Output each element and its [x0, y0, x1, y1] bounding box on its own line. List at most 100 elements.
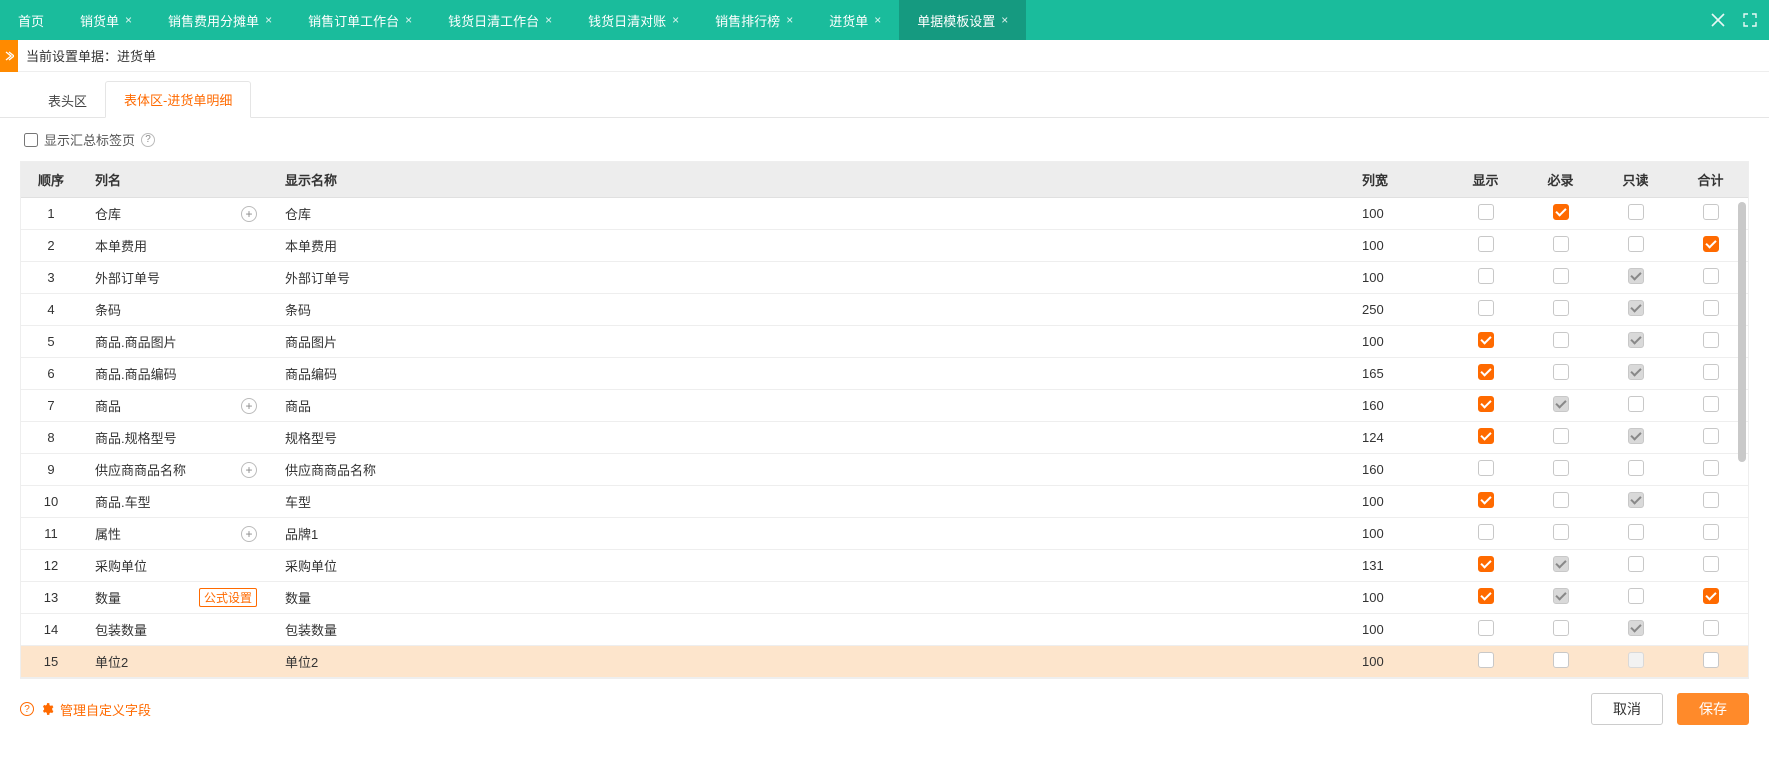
checkbox[interactable]: [1553, 524, 1569, 540]
table-row[interactable]: 9供应商商品名称+供应商商品名称160: [21, 454, 1748, 486]
cell-width[interactable]: 124: [1348, 422, 1448, 454]
checkbox[interactable]: [1478, 236, 1494, 252]
table-row[interactable]: 13数量公式设置数量100: [21, 582, 1748, 614]
checkbox[interactable]: [1478, 652, 1494, 668]
top-tab[interactable]: 首页: [0, 0, 62, 40]
top-tab[interactable]: 钱货日清工作台×: [430, 0, 570, 40]
manage-custom-fields-link[interactable]: ? 管理自定义字段: [20, 700, 151, 719]
save-button[interactable]: 保存: [1677, 693, 1749, 725]
cell-width[interactable]: 160: [1348, 454, 1448, 486]
cell-width[interactable]: 100: [1348, 646, 1448, 678]
cell-display[interactable]: 车型: [271, 486, 1348, 518]
table-row[interactable]: 11属性+品牌1100: [21, 518, 1748, 550]
checkbox[interactable]: [1553, 268, 1569, 284]
cell-display[interactable]: 商品: [271, 390, 1348, 422]
table-row[interactable]: 12采购单位采购单位131: [21, 550, 1748, 582]
checkbox[interactable]: [1628, 524, 1644, 540]
table-row[interactable]: 7商品+商品160: [21, 390, 1748, 422]
table-row[interactable]: 6商品.商品编码商品编码165: [21, 358, 1748, 390]
checkbox[interactable]: [1553, 300, 1569, 316]
top-tab[interactable]: 销售费用分摊单×: [150, 0, 290, 40]
table-row[interactable]: 15单位2单位2100: [21, 646, 1748, 678]
checkbox[interactable]: [1703, 364, 1719, 380]
close-icon[interactable]: ×: [545, 13, 552, 27]
cell-display[interactable]: 包装数量: [271, 614, 1348, 646]
checkbox[interactable]: [1703, 588, 1719, 604]
checkbox[interactable]: [1553, 460, 1569, 476]
checkbox[interactable]: [1478, 556, 1494, 572]
close-icon[interactable]: ×: [405, 13, 412, 27]
cell-width[interactable]: 100: [1348, 262, 1448, 294]
fullscreen-icon[interactable]: [1741, 11, 1759, 29]
checkbox[interactable]: [1478, 428, 1494, 444]
close-icon[interactable]: ×: [1001, 13, 1008, 27]
add-icon[interactable]: +: [241, 462, 257, 478]
table-row[interactable]: 5商品.商品图片商品图片100: [21, 326, 1748, 358]
checkbox[interactable]: [1703, 524, 1719, 540]
close-icon[interactable]: ×: [265, 13, 272, 27]
sub-tab[interactable]: 表头区: [30, 83, 105, 118]
cell-width[interactable]: 100: [1348, 582, 1448, 614]
checkbox[interactable]: [1478, 300, 1494, 316]
cell-width[interactable]: 131: [1348, 550, 1448, 582]
checkbox[interactable]: [1553, 492, 1569, 508]
help-icon[interactable]: ?: [20, 702, 34, 716]
checkbox[interactable]: [1703, 300, 1719, 316]
sub-tab[interactable]: 表体区-进货单明细: [105, 81, 251, 118]
close-all-icon[interactable]: [1709, 11, 1727, 29]
close-icon[interactable]: ×: [672, 13, 679, 27]
show-summary-checkbox[interactable]: [24, 133, 38, 147]
cell-width[interactable]: 250: [1348, 294, 1448, 326]
table-row[interactable]: 4条码条码250: [21, 294, 1748, 326]
checkbox[interactable]: [1628, 556, 1644, 572]
checkbox[interactable]: [1478, 204, 1494, 220]
checkbox[interactable]: [1553, 428, 1569, 444]
cell-display[interactable]: 单位2: [271, 646, 1348, 678]
cell-width[interactable]: 100: [1348, 198, 1448, 230]
cell-width[interactable]: 160: [1348, 390, 1448, 422]
table-scrollbar[interactable]: [1738, 202, 1746, 674]
top-tab[interactable]: 销售排行榜×: [697, 0, 811, 40]
checkbox[interactable]: [1478, 588, 1494, 604]
cell-display[interactable]: 外部订单号: [271, 262, 1348, 294]
top-tab[interactable]: 销货单×: [62, 0, 150, 40]
table-row[interactable]: 1仓库+仓库100: [21, 198, 1748, 230]
table-row[interactable]: 2本单费用本单费用100: [21, 230, 1748, 262]
cell-width[interactable]: 100: [1348, 230, 1448, 262]
checkbox[interactable]: [1553, 652, 1569, 668]
checkbox[interactable]: [1628, 204, 1644, 220]
cell-width[interactable]: 165: [1348, 358, 1448, 390]
checkbox[interactable]: [1703, 332, 1719, 348]
cell-width[interactable]: 100: [1348, 486, 1448, 518]
checkbox[interactable]: [1628, 588, 1644, 604]
checkbox[interactable]: [1478, 524, 1494, 540]
checkbox[interactable]: [1553, 236, 1569, 252]
close-icon[interactable]: ×: [125, 13, 132, 27]
checkbox[interactable]: [1628, 460, 1644, 476]
table-row[interactable]: 10商品.车型车型100: [21, 486, 1748, 518]
checkbox[interactable]: [1703, 428, 1719, 444]
checkbox[interactable]: [1703, 236, 1719, 252]
checkbox[interactable]: [1703, 620, 1719, 636]
cell-display[interactable]: 规格型号: [271, 422, 1348, 454]
checkbox[interactable]: [1703, 460, 1719, 476]
checkbox[interactable]: [1703, 556, 1719, 572]
checkbox[interactable]: [1478, 364, 1494, 380]
top-tab[interactable]: 钱货日清对账×: [570, 0, 697, 40]
add-icon[interactable]: +: [241, 526, 257, 542]
cell-display[interactable]: 仓库: [271, 198, 1348, 230]
cell-display[interactable]: 商品编码: [271, 358, 1348, 390]
cell-display[interactable]: 品牌1: [271, 518, 1348, 550]
checkbox[interactable]: [1703, 492, 1719, 508]
add-icon[interactable]: +: [241, 206, 257, 222]
checkbox[interactable]: [1628, 396, 1644, 412]
top-tab[interactable]: 单据模板设置×: [899, 0, 1026, 40]
cell-width[interactable]: 100: [1348, 614, 1448, 646]
checkbox[interactable]: [1553, 332, 1569, 348]
checkbox[interactable]: [1703, 268, 1719, 284]
cancel-button[interactable]: 取消: [1591, 693, 1663, 725]
cell-display[interactable]: 条码: [271, 294, 1348, 326]
checkbox[interactable]: [1553, 620, 1569, 636]
formula-button[interactable]: 公式设置: [199, 588, 257, 607]
table-row[interactable]: 3外部订单号外部订单号100: [21, 262, 1748, 294]
